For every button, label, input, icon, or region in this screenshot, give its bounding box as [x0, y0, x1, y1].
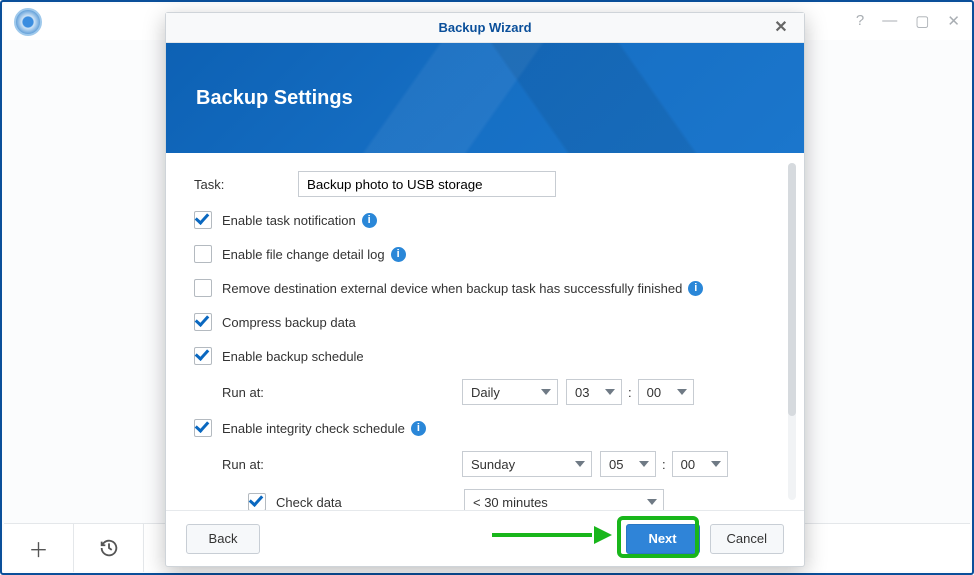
wizard-scrollbar[interactable] [788, 163, 796, 500]
schedule-runat-label: Run at: [222, 385, 462, 400]
integrity-minute-select[interactable]: 00 [672, 451, 728, 477]
task-name-input[interactable] [298, 171, 556, 197]
checkbox-compress[interactable] [194, 313, 212, 331]
label-remove-device: Remove destination external device when … [222, 281, 682, 296]
backup-wizard-dialog: Backup Wizard ✕ Backup Settings Task: En… [165, 12, 805, 567]
label-enable-notification: Enable task notification [222, 213, 356, 228]
checkbox-integrity[interactable] [194, 419, 212, 437]
wizard-banner: Backup Settings [166, 43, 804, 153]
close-icon[interactable]: ✕ [947, 12, 960, 30]
info-icon[interactable]: i [362, 213, 377, 228]
wizard-titlebar: Backup Wizard ✕ [166, 13, 804, 43]
checkbox-schedule[interactable] [194, 347, 212, 365]
wizard-body: Task: Enable task notification i Enable … [166, 153, 804, 510]
checkbox-check-data[interactable] [248, 493, 266, 510]
schedule-hour-select[interactable]: 03 [566, 379, 622, 405]
cancel-button[interactable]: Cancel [710, 524, 784, 554]
schedule-frequency-select[interactable]: Daily [462, 379, 558, 405]
maximize-icon[interactable]: ▢ [915, 12, 929, 30]
wizard-banner-title: Backup Settings [196, 87, 353, 110]
checkdata-duration-select[interactable]: < 30 minutes [464, 489, 664, 510]
restore-button[interactable] [74, 524, 144, 572]
task-list-panel [4, 40, 164, 523]
schedule-minute-select[interactable]: 00 [638, 379, 694, 405]
integrity-day-select[interactable]: Sunday [462, 451, 592, 477]
minimize-icon[interactable]: — [882, 12, 897, 30]
task-label: Task: [194, 177, 294, 192]
info-icon[interactable]: i [411, 421, 426, 436]
history-icon [98, 537, 120, 559]
scroll-thumb[interactable] [788, 163, 796, 416]
label-file-change-log: Enable file change detail log [222, 247, 385, 262]
checkbox-file-change-log[interactable] [194, 245, 212, 263]
wizard-title: Backup Wizard [438, 20, 531, 35]
integrity-runat-label: Run at: [222, 457, 462, 472]
label-schedule: Enable backup schedule [222, 349, 364, 364]
info-icon[interactable]: i [391, 247, 406, 262]
integrity-hour-select[interactable]: 05 [600, 451, 656, 477]
wizard-close-button[interactable]: ✕ [766, 13, 796, 43]
app-logo-icon [14, 8, 42, 36]
checkbox-remove-device[interactable] [194, 279, 212, 297]
label-integrity: Enable integrity check schedule [222, 421, 405, 436]
wizard-footer: Back Next Cancel [166, 510, 804, 566]
label-check-data: Check data [276, 495, 464, 510]
info-icon[interactable]: i [688, 281, 703, 296]
checkbox-enable-notification[interactable] [194, 211, 212, 229]
next-button[interactable]: Next [626, 524, 700, 554]
add-task-button[interactable]: ＋ [4, 524, 74, 572]
back-button[interactable]: Back [186, 524, 260, 554]
help-icon[interactable]: ? [856, 12, 864, 30]
label-compress: Compress backup data [222, 315, 356, 330]
